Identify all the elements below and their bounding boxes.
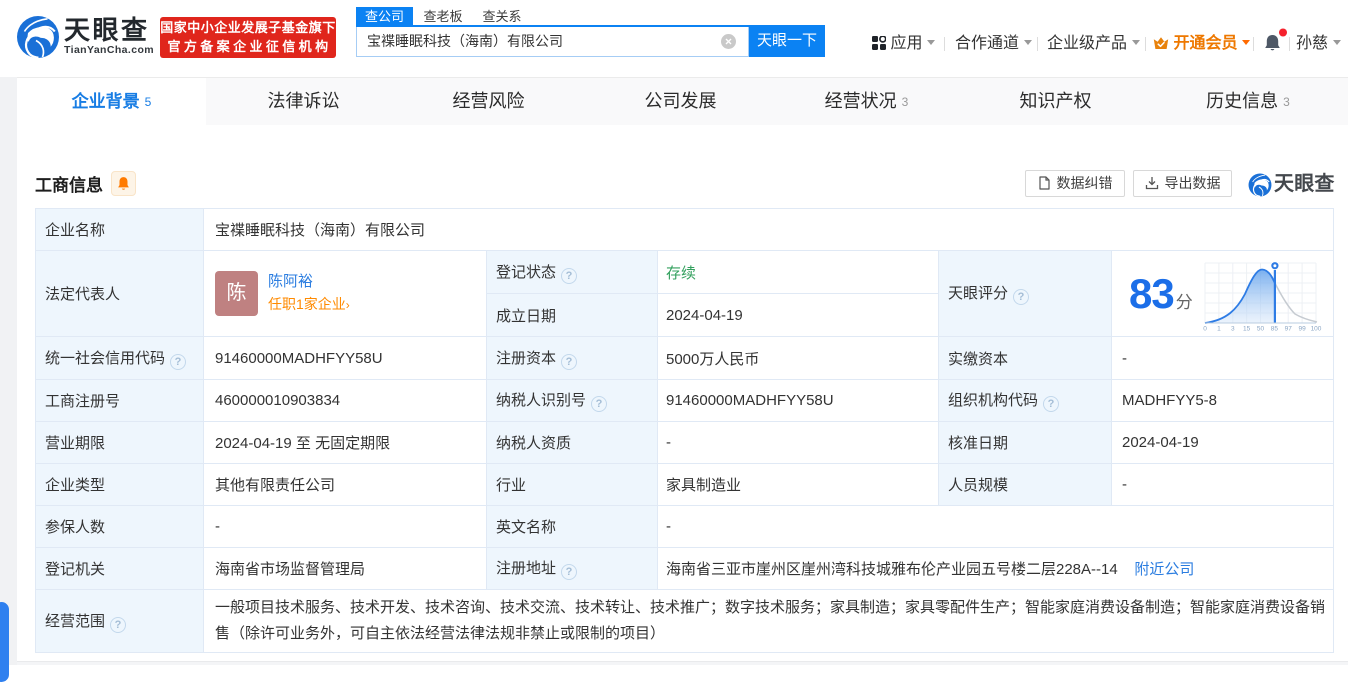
svg-text:0: 0 [1203, 325, 1207, 332]
svg-text:85: 85 [1271, 325, 1279, 332]
svg-text:50: 50 [1257, 325, 1265, 332]
svg-text:3: 3 [1231, 325, 1235, 332]
svg-text:99: 99 [1298, 325, 1306, 332]
svg-text:97: 97 [1284, 325, 1292, 332]
svg-text:1: 1 [1217, 325, 1221, 332]
svg-text:15: 15 [1243, 325, 1251, 332]
svg-text:100: 100 [1310, 325, 1321, 332]
